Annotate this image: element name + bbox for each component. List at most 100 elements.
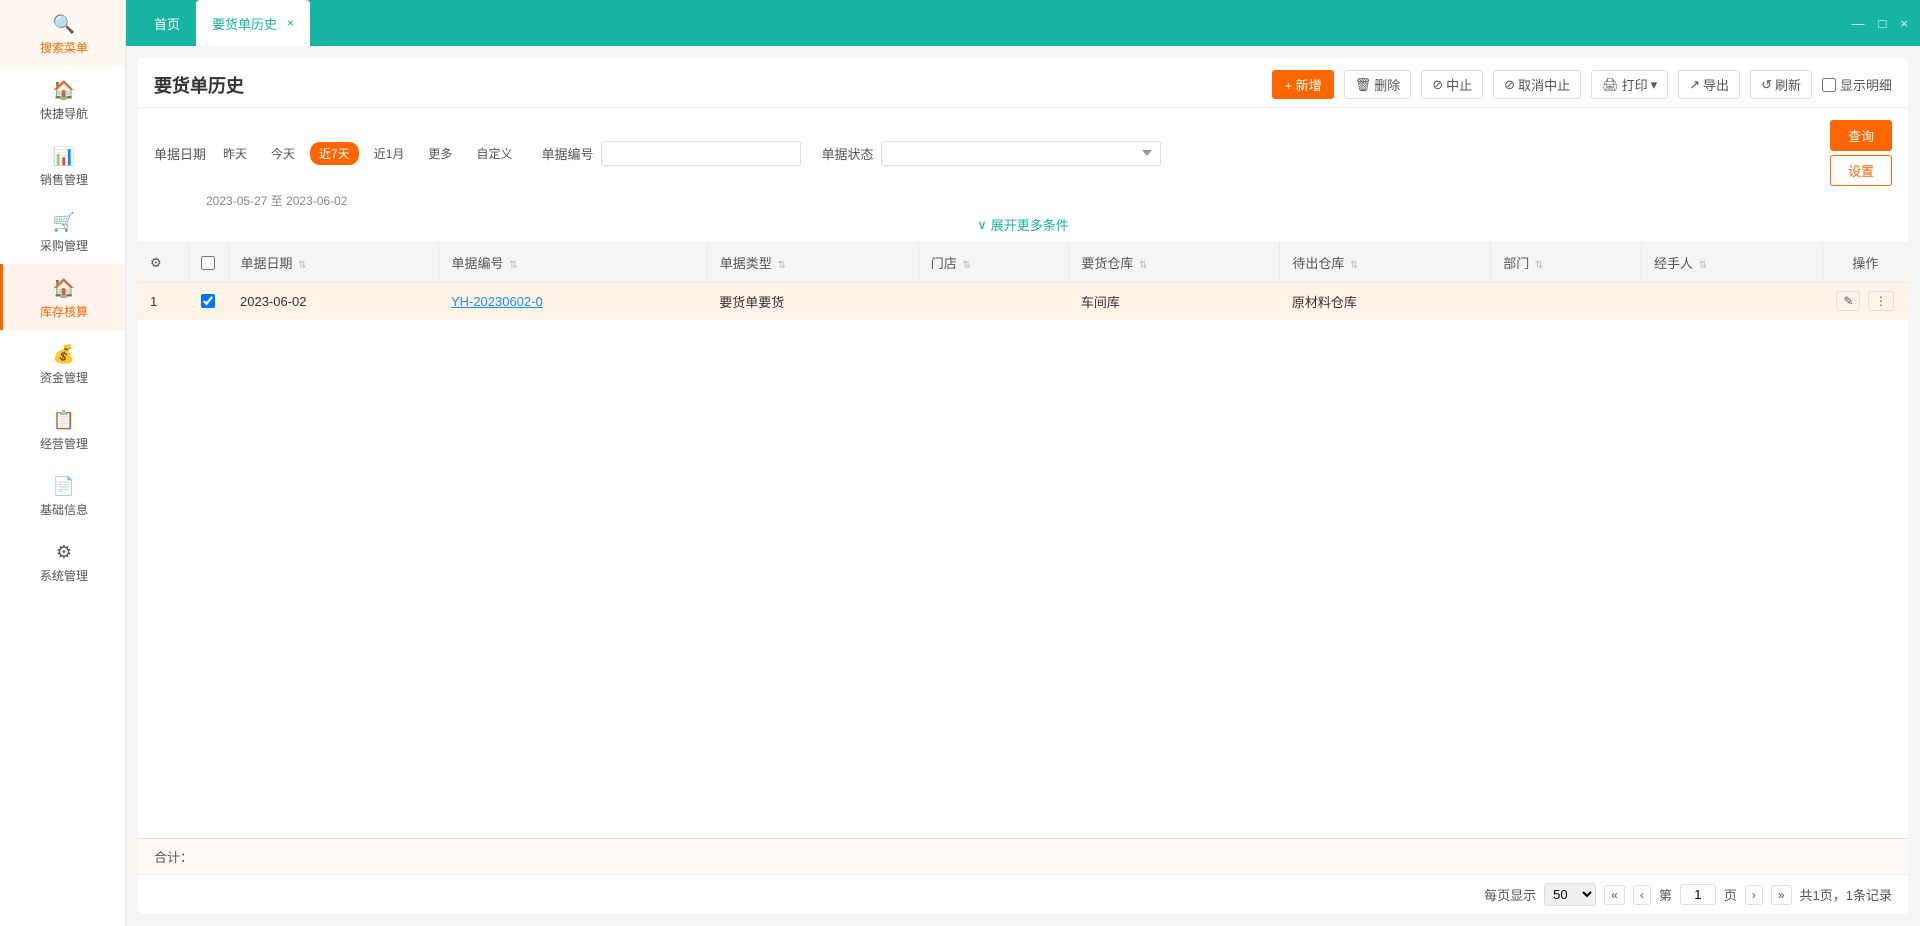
- date-btn-7days[interactable]: 近7天: [310, 142, 359, 165]
- col-type[interactable]: 单据类型 ⇅: [707, 243, 918, 283]
- settings-button[interactable]: 设置: [1830, 155, 1892, 186]
- display-detail-checkbox[interactable]: [1822, 78, 1836, 92]
- next-page-btn[interactable]: ›: [1745, 885, 1763, 905]
- expand-conditions-btn[interactable]: ∨ 展开更多条件: [977, 215, 1069, 234]
- tab-close-icon[interactable]: ×: [287, 16, 294, 30]
- date-range-text: 2023-05-27 至 2023-06-02: [206, 194, 347, 208]
- row-edit-btn[interactable]: ✎: [1836, 291, 1860, 311]
- sidebar-item-purchase[interactable]: 🛒 采购管理: [0, 198, 125, 264]
- settings-icon[interactable]: ⚙: [150, 255, 162, 270]
- col-department[interactable]: 部门 ⇅: [1491, 243, 1642, 283]
- date-btn-more[interactable]: 更多: [419, 142, 461, 165]
- date-btn-today[interactable]: 今天: [262, 142, 304, 165]
- col-department-label: 部门: [1503, 256, 1529, 271]
- display-detail-toggle[interactable]: 显示明细: [1822, 75, 1892, 94]
- filter-status-group: 单据状态: [821, 141, 1161, 166]
- date-btn-1month[interactable]: 近1月: [365, 142, 414, 165]
- col-handler-label: 经手人: [1654, 256, 1693, 271]
- requisition-table: ⚙ 单据日期 ⇅ 单据编号 ⇅: [138, 243, 1908, 320]
- window-maximize-btn[interactable]: □: [1879, 16, 1887, 31]
- sort-date-icon: ⇅: [298, 260, 306, 271]
- prev-page-btn[interactable]: ‹: [1633, 885, 1651, 905]
- print-chevron-icon: ▾: [1651, 77, 1658, 93]
- col-settings[interactable]: ⚙: [138, 243, 188, 283]
- date-btn-yesterday[interactable]: 昨天: [214, 142, 256, 165]
- select-all-checkbox[interactable]: [201, 256, 215, 270]
- print-button[interactable]: 🖨 打印 ▾: [1591, 70, 1668, 99]
- row-number: YH-20230602-0: [439, 283, 707, 320]
- docnum-input[interactable]: [601, 141, 801, 166]
- filter-area: 单据日期 昨天 今天 近7天 近1月 更多 自定义 单据编号: [138, 108, 1908, 243]
- col-number[interactable]: 单据编号 ⇅: [439, 243, 707, 283]
- sort-req-warehouse-icon: ⇅: [1139, 260, 1147, 271]
- refresh-button[interactable]: ↺ 刷新: [1750, 70, 1812, 99]
- sort-number-icon: ⇅: [509, 260, 517, 271]
- row-pending-warehouse: 原材料仓库: [1280, 283, 1491, 320]
- last-page-btn[interactable]: »: [1771, 885, 1792, 905]
- sidebar-item-quick-nav[interactable]: 🏠 快捷导航: [0, 66, 125, 132]
- col-number-label: 单据编号: [451, 256, 503, 271]
- page-number-input[interactable]: [1680, 884, 1716, 905]
- stop-label: 中止: [1446, 75, 1472, 94]
- sidebar-item-label: 资金管理: [40, 369, 88, 386]
- row-more-btn[interactable]: ⋮: [1868, 291, 1894, 311]
- sidebar-item-system[interactable]: ⚙ 系统管理: [0, 528, 125, 594]
- sidebar-item-sales[interactable]: 📊 销售管理: [0, 132, 125, 198]
- money-icon: 💰: [53, 344, 75, 365]
- home-icon: 🏠: [53, 80, 75, 101]
- window-close-btn[interactable]: ×: [1900, 16, 1908, 31]
- topbar: 首页 要货单历史 × — □ ×: [126, 0, 1920, 46]
- row-number-link[interactable]: YH-20230602-0: [451, 294, 543, 309]
- row-date: 2023-06-02: [228, 283, 439, 320]
- window-minimize-btn[interactable]: —: [1852, 16, 1865, 31]
- sort-store-icon: ⇅: [962, 260, 970, 271]
- sidebar-item-label: 库存核算: [40, 303, 88, 320]
- sidebar-item-basic[interactable]: 📄 基础信息: [0, 462, 125, 528]
- status-label: 单据状态: [821, 144, 873, 163]
- cancel-stop-icon: ⊘: [1504, 77, 1515, 93]
- stop-button[interactable]: ⊘ 中止: [1421, 70, 1483, 99]
- tab-requisition-history[interactable]: 要货单历史 ×: [196, 0, 310, 46]
- sort-pending-warehouse-icon: ⇅: [1350, 260, 1358, 271]
- query-button[interactable]: 查询: [1830, 120, 1892, 151]
- row-checkbox[interactable]: [201, 294, 215, 308]
- sidebar-item-label: 经营管理: [40, 435, 88, 452]
- tab-home[interactable]: 首页: [138, 0, 196, 46]
- sidebar-item-label: 快捷导航: [40, 105, 88, 122]
- sidebar-item-operations[interactable]: 📋 经营管理: [0, 396, 125, 462]
- page-title: 要货单历史: [154, 72, 244, 98]
- row-handler: [1641, 283, 1822, 320]
- row-req-warehouse: 车间库: [1069, 283, 1280, 320]
- row-store: [918, 283, 1069, 320]
- per-page-select[interactable]: 50 10 20 100: [1544, 883, 1596, 906]
- sort-department-icon: ⇅: [1535, 260, 1543, 271]
- page-container: 要货单历史 + 新增 🗑 删除 ⊘ 中止 ⊘ 取消中止: [138, 58, 1908, 914]
- new-button[interactable]: + 新增: [1272, 70, 1333, 99]
- col-handler[interactable]: 经手人 ⇅: [1641, 243, 1822, 283]
- page-header: 要货单历史 + 新增 🗑 删除 ⊘ 中止 ⊘ 取消中止: [138, 58, 1908, 108]
- sidebar-item-inventory[interactable]: 🏠 库存核算: [0, 264, 125, 330]
- content-area: 要货单历史 + 新增 🗑 删除 ⊘ 中止 ⊘ 取消中止: [126, 46, 1920, 926]
- summary-label: 合计：: [154, 847, 193, 866]
- sidebar: 🔍 搜索菜单 🏠 快捷导航 📊 销售管理 🛒 采购管理 🏠 库存核算 💰 资金管…: [0, 0, 126, 926]
- display-detail-label: 显示明细: [1840, 75, 1892, 94]
- col-date[interactable]: 单据日期 ⇅: [228, 243, 439, 283]
- main-area: 首页 要货单历史 × — □ × 要货单历史 + 新增 🗑 删除: [126, 0, 1920, 926]
- cancel-stop-button[interactable]: ⊘ 取消中止: [1493, 70, 1581, 99]
- col-req-warehouse[interactable]: 要货仓库 ⇅: [1069, 243, 1280, 283]
- sidebar-item-label: 搜索菜单: [40, 39, 88, 56]
- print-label: 打印: [1622, 75, 1648, 94]
- col-pending-warehouse[interactable]: 待出仓库 ⇅: [1280, 243, 1491, 283]
- first-page-btn[interactable]: «: [1604, 885, 1625, 905]
- filter-row-1: 单据日期 昨天 今天 近7天 近1月 更多 自定义 单据编号: [154, 120, 1892, 186]
- sidebar-item-search[interactable]: 🔍 搜索菜单: [0, 0, 125, 66]
- chart-icon: 📊: [53, 146, 75, 167]
- col-store[interactable]: 门店 ⇅: [918, 243, 1069, 283]
- table-row: 1 2023-06-02 YH-20230602-0 要货单要货 车间库: [138, 283, 1908, 320]
- export-button[interactable]: ↗ 导出: [1678, 70, 1740, 99]
- status-select[interactable]: [881, 141, 1161, 166]
- date-btn-custom[interactable]: 自定义: [467, 142, 521, 165]
- sidebar-item-finance[interactable]: 💰 资金管理: [0, 330, 125, 396]
- delete-button[interactable]: 🗑 删除: [1344, 70, 1412, 99]
- pagination: 每页显示 50 10 20 100 « ‹ 第 页 › » 共1页，1条记录: [138, 874, 1908, 914]
